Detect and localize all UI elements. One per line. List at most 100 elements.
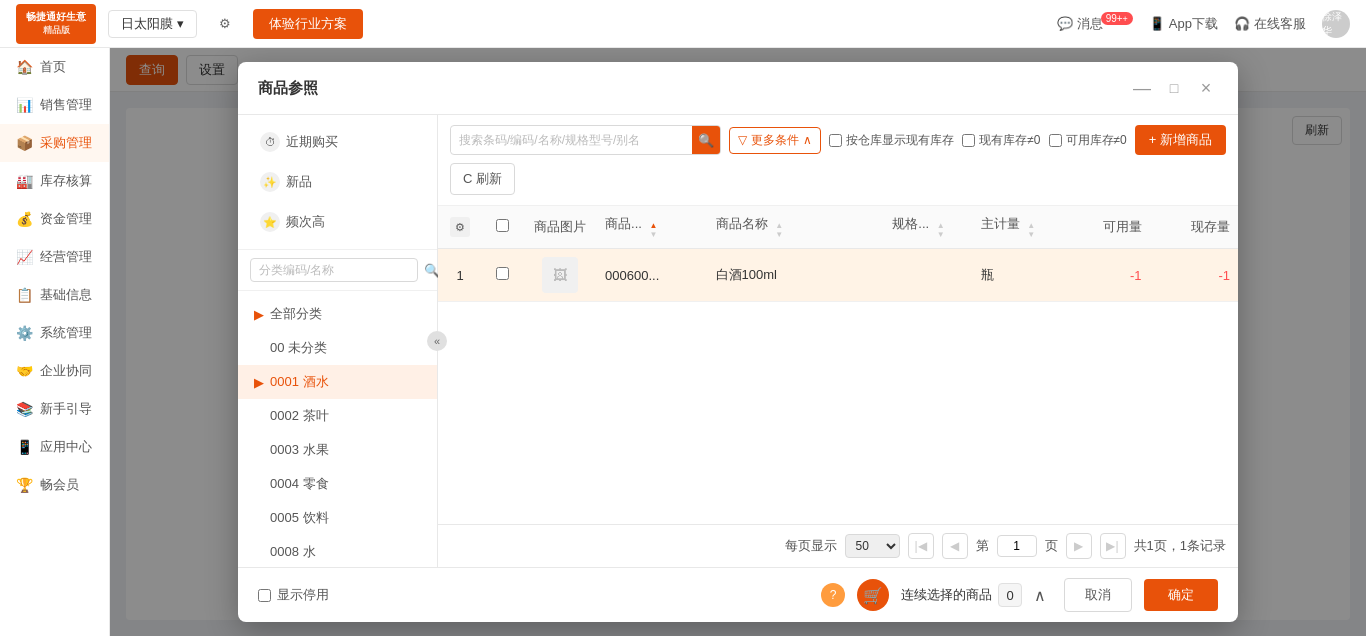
app-download-item[interactable]: 📱 App下载 <box>1149 15 1218 33</box>
headset-icon: 🎧 <box>1234 16 1250 31</box>
sidebar-item-member[interactable]: 🏆 畅会员 <box>0 466 109 504</box>
customer-service-item[interactable]: 🎧 在线客服 <box>1234 15 1306 33</box>
table-header-row: ⚙ 商品图片 商品... <box>438 206 1238 249</box>
store-selector[interactable]: 日太阳膜 ▾ <box>108 10 197 38</box>
warehouse-checkbox-input[interactable] <box>829 134 842 147</box>
last-page-button[interactable]: ▶| <box>1100 533 1126 559</box>
warehouse-display-checkbox[interactable]: 按仓库显示现有库存 <box>829 132 954 149</box>
category-search-section: 🔍 <box>238 250 437 291</box>
col-header-name[interactable]: 商品名称 ▲ ▼ <box>708 206 885 249</box>
sidebar-item-app[interactable]: 📱 应用中心 <box>0 428 109 466</box>
available-checkbox-input[interactable] <box>1049 134 1062 147</box>
sales-icon: 📊 <box>16 97 32 113</box>
settings-icon[interactable]: ⚙ <box>209 8 241 40</box>
app-logo: 畅捷通好生意 精品版 <box>16 4 96 44</box>
sidebar-item-purchase[interactable]: 📦 采购管理 <box>0 124 109 162</box>
page-number-input[interactable] <box>997 535 1037 557</box>
existing-stock-checkbox[interactable]: 现有库存≠0 <box>962 132 1040 149</box>
code-sort-arrows: ▲ ▼ <box>650 222 658 239</box>
category-item-all[interactable]: ▶ 全部分类 <box>238 297 437 331</box>
category-item-unclassified[interactable]: 00 未分类 <box>238 331 437 365</box>
warehouse-checkbox-label: 按仓库显示现有库存 <box>846 132 954 149</box>
col-header-num: ⚙ <box>438 206 482 249</box>
basic-icon: 📋 <box>16 287 32 303</box>
row-checkbox[interactable] <box>496 267 509 280</box>
table-settings-icon[interactable]: ⚙ <box>450 217 470 237</box>
continue-select-label: 连续选择的商品 <box>901 586 992 604</box>
category-item-liquor[interactable]: ▶ 0001 酒水 <box>238 365 437 399</box>
refresh-product-button[interactable]: C 刷新 <box>450 163 515 195</box>
category-item-drink[interactable]: 0005 饮料 <box>238 501 437 535</box>
next-page-button[interactable]: ▶ <box>1066 533 1092 559</box>
category-item-water[interactable]: 0008 水 <box>238 535 437 567</box>
sidebar-item-inventory-label: 库存核算 <box>40 172 92 190</box>
existing-checkbox-input[interactable] <box>962 134 975 147</box>
category-search-input[interactable] <box>250 258 418 282</box>
existing-checkbox-label: 现有库存≠0 <box>979 132 1040 149</box>
quick-item-new[interactable]: ✨ 新品 <box>250 165 425 199</box>
modal-title: 商品参照 <box>258 79 318 98</box>
show-disabled-input[interactable] <box>258 589 271 602</box>
category-fruit-label: 0003 水果 <box>254 441 329 459</box>
sidebar-item-finance[interactable]: 💰 资金管理 <box>0 200 109 238</box>
content-area: 查询 设置 刷新 商品参照 — □ × <box>110 48 1366 636</box>
total-info: 共1页，1条记录 <box>1134 537 1226 555</box>
close-button[interactable]: × <box>1194 76 1218 100</box>
product-table-body: 1 🖼 <box>438 249 1238 302</box>
sidebar-item-enterprise[interactable]: 🤝 企业协同 <box>0 352 109 390</box>
maximize-button[interactable]: □ <box>1162 76 1186 100</box>
sidebar-item-system-label: 系统管理 <box>40 324 92 342</box>
category-item-fruit[interactable]: 0003 水果 <box>238 433 437 467</box>
experience-button[interactable]: 体验行业方案 <box>253 9 363 39</box>
add-product-button[interactable]: + 新增商品 <box>1135 125 1226 155</box>
sidebar-item-basic-label: 基础信息 <box>40 286 92 304</box>
sidebar-item-basic[interactable]: 📋 基础信息 <box>0 276 109 314</box>
show-disabled-checkbox[interactable]: 显示停用 <box>258 586 329 604</box>
row-checkbox-cell[interactable] <box>482 249 522 302</box>
sidebar-item-operation[interactable]: 📈 经营管理 <box>0 238 109 276</box>
messages-item[interactable]: 💬 消息 99++ <box>1057 15 1133 33</box>
customer-service-label: 在线客服 <box>1254 15 1306 33</box>
col-header-code[interactable]: 商品... ▲ ▼ <box>597 206 707 249</box>
quick-item-recent[interactable]: ⏱ 近期购买 <box>250 125 425 159</box>
sidebar-item-inventory[interactable]: 🏭 库存核算 <box>0 162 109 200</box>
quick-item-frequent[interactable]: ⭐ 频次高 <box>250 205 425 239</box>
selected-count-badge: 0 <box>998 583 1022 607</box>
available-stock-checkbox[interactable]: 可用库存≠0 <box>1049 132 1127 149</box>
select-all-checkbox[interactable] <box>496 219 509 232</box>
footer-collapse-button[interactable]: ∧ <box>1028 583 1052 607</box>
product-table-wrap: ⚙ 商品图片 商品... <box>438 206 1238 524</box>
page-size-select[interactable]: 50 10 20 100 <box>845 534 900 558</box>
avatar[interactable]: 徐泽华 <box>1322 10 1350 38</box>
more-filters-button[interactable]: ▽ 更多条件 ∧ <box>729 127 821 154</box>
first-page-button[interactable]: |◀ <box>908 533 934 559</box>
minimize-button[interactable]: — <box>1130 76 1154 100</box>
recent-icon: ⏱ <box>260 132 280 152</box>
quick-item-recent-label: 近期购买 <box>286 133 338 151</box>
category-snack-label: 0004 零食 <box>254 475 329 493</box>
col-header-spec[interactable]: 规格... ▲ ▼ <box>884 206 972 249</box>
quick-access-section: ⏱ 近期购买 ✨ 新品 ⭐ 频次高 <box>238 115 437 250</box>
row-code: 000600... <box>597 249 707 302</box>
category-item-snack[interactable]: 0004 零食 <box>238 467 437 501</box>
confirm-button[interactable]: 确定 <box>1144 579 1218 611</box>
sidebar-item-home[interactable]: 🏠 首页 <box>0 48 109 86</box>
category-drink-label: 0005 饮料 <box>254 509 329 527</box>
sidebar-item-system[interactable]: ⚙️ 系统管理 <box>0 314 109 352</box>
col-header-unit[interactable]: 主计量 ▲ ▼ <box>973 206 1061 249</box>
product-search-input[interactable] <box>451 128 692 152</box>
row-num: 1 <box>438 249 482 302</box>
messages-badge: 99++ <box>1101 12 1133 25</box>
category-item-tea[interactable]: 0002 茶叶 <box>238 399 437 433</box>
product-search-button[interactable]: 🔍 <box>692 126 720 154</box>
help-button[interactable]: ? <box>821 583 845 607</box>
cart-button[interactable]: 🛒 <box>857 579 889 611</box>
prev-page-button[interactable]: ◀ <box>942 533 968 559</box>
collapse-panel-button[interactable]: « <box>427 331 447 351</box>
sidebar-item-guide[interactable]: 📚 新手引导 <box>0 390 109 428</box>
cancel-button[interactable]: 取消 <box>1064 578 1132 612</box>
table-row[interactable]: 1 🖼 <box>438 249 1238 302</box>
filter-arrow: ∧ <box>803 133 812 147</box>
filter-label: 更多条件 <box>751 132 799 149</box>
sidebar-item-sales[interactable]: 📊 销售管理 <box>0 86 109 124</box>
